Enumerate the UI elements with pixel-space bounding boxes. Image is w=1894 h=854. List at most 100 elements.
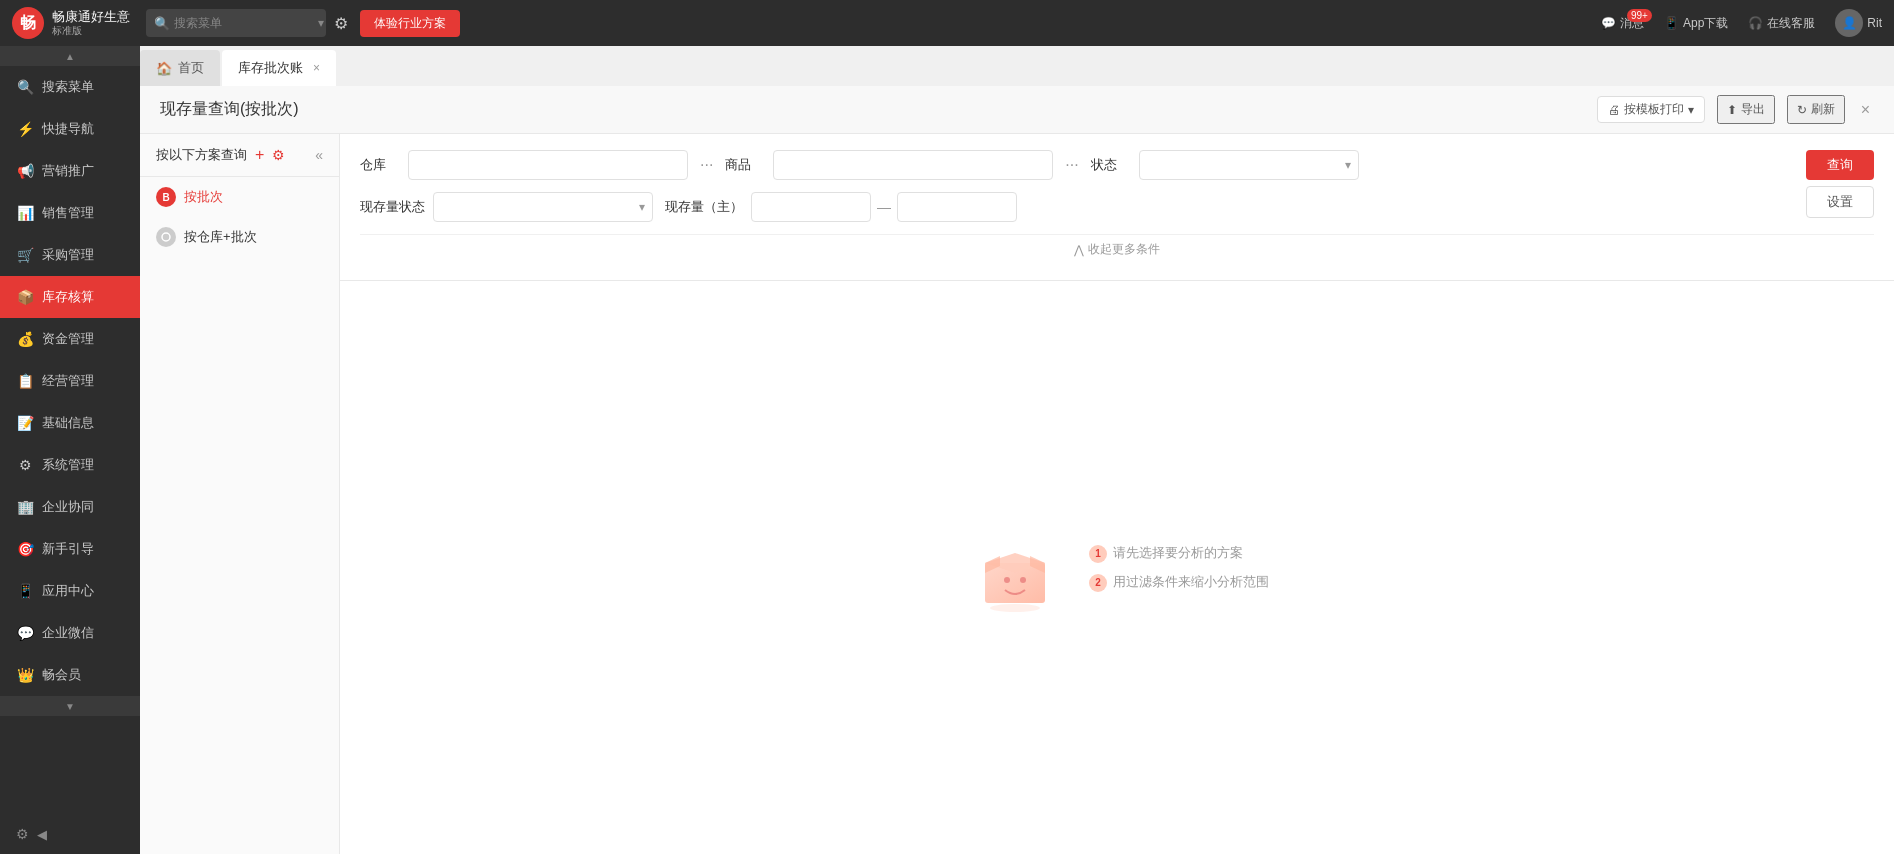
warehouse-dots-btn[interactable]: ··· <box>700 156 713 174</box>
app-download-btn[interactable]: 📱 App下载 <box>1664 15 1728 32</box>
sidebar-item-operation[interactable]: 📋 经营管理 <box>0 360 140 402</box>
scheme-settings-icon[interactable]: ⚙ <box>272 147 285 163</box>
sidebar-scroll-down[interactable]: ▼ <box>0 696 140 716</box>
sidebar-item-quick-nav[interactable]: ⚡ 快捷导航 <box>0 108 140 150</box>
user-avatar-btn[interactable]: 👤 Rit <box>1835 9 1882 37</box>
setting-btn[interactable]: 设置 <box>1806 186 1874 218</box>
sidebar-bottom[interactable]: ⚙ ◀ <box>0 814 140 854</box>
experience-btn[interactable]: 体验行业方案 <box>360 10 460 37</box>
empty-state: 1 请先选择要分析的方案 2 用过滤条件来缩小分析范围 <box>340 281 1894 854</box>
search-input[interactable] <box>174 16 314 30</box>
sidebar-label: 企业微信 <box>42 624 94 642</box>
sidebar-item-enterprise[interactable]: 🏢 企业协同 <box>0 486 140 528</box>
stock-qty-to-input[interactable] <box>897 192 1017 222</box>
megaphone-icon: 📢 <box>16 162 34 180</box>
status-select[interactable]: 正常 停用 <box>1139 150 1359 180</box>
print-btn[interactable]: 🖨 按模板打印 ▾ <box>1597 96 1705 123</box>
left-panel-header: 按以下方案查询 + ⚙ « <box>140 134 339 177</box>
product-input[interactable] <box>773 150 1053 180</box>
sidebar-item-basic[interactable]: 📝 基础信息 <box>0 402 140 444</box>
page-body: 按以下方案查询 + ⚙ « B 按批次 按仓库+批次 <box>140 134 1894 854</box>
main-layout: ▲ 🔍 搜索菜单 ⚡ 快捷导航 📢 营销推广 📊 销售管理 🛒 采购管理 📦 库… <box>0 46 1894 854</box>
filter-row-2: 现存量状态 有库存 零库存 负库存 <box>360 192 1874 222</box>
avatar: 👤 <box>1835 9 1863 37</box>
crown-icon: 👑 <box>16 666 34 684</box>
sidebar-label: 基础信息 <box>42 414 94 432</box>
warehouse-label: 仓库 <box>360 156 400 174</box>
panel-collapse-icon[interactable]: « <box>315 147 323 163</box>
search-icon: 🔍 <box>154 16 170 31</box>
headset-icon: 🎧 <box>1748 16 1763 30</box>
product-dots-btn[interactable]: ··· <box>1065 156 1078 174</box>
tab-batch-account[interactable]: 库存批次账 × <box>222 50 336 86</box>
close-btn[interactable]: × <box>1857 97 1874 123</box>
online-service-btn[interactable]: 🎧 在线客服 <box>1748 15 1815 32</box>
filter-range-stock-qty: — <box>751 192 1017 222</box>
empty-text: 1 请先选择要分析的方案 2 用过滤条件来缩小分析范围 <box>1089 544 1269 592</box>
sidebar-item-member[interactable]: 👑 畅会员 <box>0 654 140 696</box>
sidebar-item-search[interactable]: 🔍 搜索菜单 <box>0 66 140 108</box>
tab-label: 库存批次账 <box>238 59 303 77</box>
chevron-down-icon: ▾ <box>318 16 324 30</box>
sidebar-item-apps[interactable]: 📱 应用中心 <box>0 570 140 612</box>
print-label: 按模板打印 <box>1624 101 1684 118</box>
topbar-search[interactable]: 🔍 ▾ <box>146 9 326 37</box>
sidebar-item-inventory[interactable]: 📦 库存核算 <box>0 276 140 318</box>
collapse-label: 收起更多条件 <box>1088 241 1160 258</box>
tab-label: 首页 <box>178 59 204 77</box>
message-btn[interactable]: 💬 消息 99+ <box>1601 15 1644 32</box>
sidebar-scroll-up[interactable]: ▲ <box>0 46 140 66</box>
sidebar-label: 销售管理 <box>42 204 94 222</box>
stock-status-select[interactable]: 有库存 零库存 负库存 <box>433 192 653 222</box>
warehouse-input[interactable] <box>408 150 688 180</box>
building-icon: 🏢 <box>16 498 34 516</box>
sidebar-item-newbie[interactable]: 🎯 新手引导 <box>0 528 140 570</box>
svg-point-6 <box>1020 577 1026 583</box>
svg-point-5 <box>1004 577 1010 583</box>
tab-close-btn[interactable]: × <box>313 62 320 74</box>
filter-group-warehouse: 仓库 ··· <box>360 150 713 180</box>
sidebar-item-finance[interactable]: 💰 资金管理 <box>0 318 140 360</box>
cart-icon: 🛒 <box>16 246 34 264</box>
sidebar-label: 搜索菜单 <box>42 78 94 96</box>
add-scheme-icon[interactable]: + <box>255 146 264 164</box>
content-area: 🏠 首页 库存批次账 × 现存量查询(按批次) 🖨 按模板打印 ▾ <box>140 46 1894 854</box>
refresh-label: 刷新 <box>1811 101 1835 118</box>
username: Rit <box>1867 16 1882 30</box>
chat-icon: 💬 <box>16 624 34 642</box>
scheme-item-by-batch[interactable]: B 按批次 <box>140 177 339 217</box>
collapse-more-btn[interactable]: ⋀ 收起更多条件 <box>360 234 1874 264</box>
step-2-circle: 2 <box>1089 574 1107 592</box>
empty-state-illustration <box>965 518 1065 618</box>
home-icon: 🏠 <box>156 61 172 76</box>
sidebar-item-purchase[interactable]: 🛒 采购管理 <box>0 234 140 276</box>
mobile-icon: 📱 <box>16 582 34 600</box>
target-icon: 🎯 <box>16 540 34 558</box>
sidebar-label: 库存核算 <box>42 288 94 306</box>
sidebar-item-marketing[interactable]: 📢 营销推广 <box>0 150 140 192</box>
note-icon: 📝 <box>16 414 34 432</box>
sidebar-label: 快捷导航 <box>42 120 94 138</box>
printer-icon: 🖨 <box>1608 103 1620 117</box>
sidebar-item-system[interactable]: ⚙ 系统管理 <box>0 444 140 486</box>
clipboard-icon: 📋 <box>16 372 34 390</box>
sidebar-item-sales[interactable]: 📊 销售管理 <box>0 192 140 234</box>
refresh-btn[interactable]: ↻ 刷新 <box>1787 95 1845 124</box>
query-btn[interactable]: 查询 <box>1806 150 1874 180</box>
sidebar-label: 经营管理 <box>42 372 94 390</box>
empty-step-2: 2 用过滤条件来缩小分析范围 <box>1089 573 1269 592</box>
export-label: 导出 <box>1741 101 1765 118</box>
settings-icon[interactable]: ⚙ <box>334 14 348 33</box>
tab-home[interactable]: 🏠 首页 <box>140 50 220 86</box>
settings-icon: ⚙ <box>16 826 29 842</box>
topbar-right: 💬 消息 99+ 📱 App下载 🎧 在线客服 👤 Rit <box>1601 9 1882 37</box>
export-btn[interactable]: ⬆ 导出 <box>1717 95 1775 124</box>
product-label: 商品 <box>725 156 765 174</box>
svg-point-0 <box>162 233 170 241</box>
stock-qty-from-input[interactable] <box>751 192 871 222</box>
scheme-item-by-warehouse-batch[interactable]: 按仓库+批次 <box>140 217 339 257</box>
filter-group-status: 状态 正常 停用 <box>1091 150 1874 180</box>
refresh-icon: ↻ <box>1797 103 1807 117</box>
sidebar-label: 营销推广 <box>42 162 94 180</box>
sidebar-item-wechat[interactable]: 💬 企业微信 <box>0 612 140 654</box>
